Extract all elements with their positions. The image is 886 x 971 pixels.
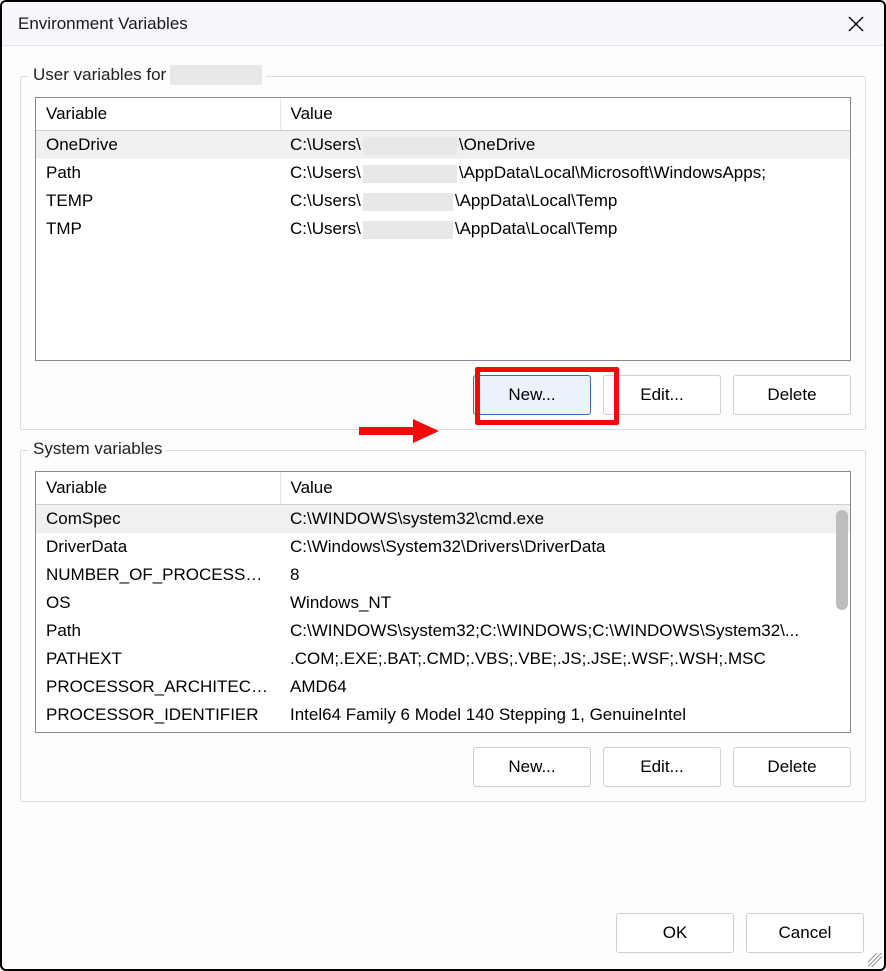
dialog-button-row: OK Cancel	[616, 913, 864, 953]
value-redacted	[363, 137, 457, 155]
table-row[interactable]: DriverDataC:\Windows\System32\Drivers\Dr…	[36, 533, 850, 561]
cell-value: C:\Windows\System32\Drivers\DriverData	[280, 533, 850, 561]
cell-variable: DriverData	[36, 533, 280, 561]
cell-variable: PATHEXT	[36, 645, 280, 673]
value-redacted	[363, 193, 453, 211]
close-button[interactable]	[836, 8, 876, 40]
table-row[interactable]: TEMPC:\Users\\AppData\Local\Temp	[36, 187, 850, 215]
table-row[interactable]: PROCESSOR_IDENTIFIERIntel64 Family 6 Mod…	[36, 701, 850, 729]
table-row[interactable]: OSWindows_NT	[36, 589, 850, 617]
system-variables-label: System variables	[29, 439, 166, 459]
table-row[interactable]: ComSpecC:\WINDOWS\system32\cmd.exe	[36, 505, 850, 534]
cell-value: AMD64	[280, 673, 850, 701]
cell-value: C:\WINDOWS\system32;C:\WINDOWS;C:\WINDOW…	[280, 617, 850, 645]
user-delete-button[interactable]: Delete	[733, 375, 851, 415]
cell-value: C:\WINDOWS\system32\cmd.exe	[280, 505, 850, 534]
cell-variable: TEMP	[36, 187, 280, 215]
cell-value: C:\Users\\AppData\Local\Temp	[280, 215, 850, 243]
table-row[interactable]: TMPC:\Users\\AppData\Local\Temp	[36, 215, 850, 243]
system-button-row: New... Edit... Delete	[35, 747, 851, 787]
system-variables-group: System variables Variable Value ComSpecC…	[20, 450, 866, 802]
cell-variable: PROCESSOR_IDENTIFIER	[36, 701, 280, 729]
col-variable[interactable]: Variable	[36, 98, 280, 131]
user-variables-label: User variables for	[29, 65, 266, 85]
cancel-button[interactable]: Cancel	[746, 913, 864, 953]
system-variables-table[interactable]: Variable Value ComSpecC:\WINDOWS\system3…	[35, 471, 851, 733]
user-variables-group: User variables for Variable Value OneDri…	[20, 76, 866, 430]
table-row[interactable]: PathC:\WINDOWS\system32;C:\WINDOWS;C:\WI…	[36, 617, 850, 645]
cell-variable: Path	[36, 617, 280, 645]
dialog-content: User variables for Variable Value OneDri…	[2, 46, 884, 969]
system-edit-button[interactable]: Edit...	[603, 747, 721, 787]
col-variable[interactable]: Variable	[36, 472, 280, 505]
cell-value: Windows_NT	[280, 589, 850, 617]
scrollbar-thumb[interactable]	[836, 510, 848, 610]
table-row[interactable]: OneDriveC:\Users\\OneDrive	[36, 131, 850, 160]
system-variables-label-text: System variables	[33, 439, 162, 459]
system-new-button[interactable]: New...	[473, 747, 591, 787]
table-row[interactable]: PATHEXT.COM;.EXE;.BAT;.CMD;.VBS;.VBE;.JS…	[36, 645, 850, 673]
close-icon	[848, 16, 864, 32]
environment-variables-dialog: Environment Variables User variables for…	[0, 0, 886, 971]
table-row[interactable]: NUMBER_OF_PROCESSORS8	[36, 561, 850, 589]
cell-variable: OS	[36, 589, 280, 617]
cell-value: C:\Users\\OneDrive	[280, 131, 850, 160]
titlebar: Environment Variables	[2, 2, 884, 46]
user-button-row: New... Edit... Delete	[35, 375, 851, 415]
username-redacted	[170, 65, 262, 85]
table-header-row: Variable Value	[36, 98, 850, 131]
user-edit-button[interactable]: Edit...	[603, 375, 721, 415]
cell-value: 8	[280, 561, 850, 589]
table-row[interactable]: PROCESSOR_ARCHITECTUREAMD64	[36, 673, 850, 701]
cell-value: C:\Users\\AppData\Local\Temp	[280, 187, 850, 215]
cell-value: Intel64 Family 6 Model 140 Stepping 1, G…	[280, 701, 850, 729]
window-title: Environment Variables	[18, 14, 188, 34]
value-redacted	[363, 165, 457, 183]
cell-value: C:\Users\\AppData\Local\Microsoft\Window…	[280, 159, 850, 187]
cell-variable: TMP	[36, 215, 280, 243]
col-value[interactable]: Value	[280, 472, 850, 505]
cell-variable: Path	[36, 159, 280, 187]
table-header-row: Variable Value	[36, 472, 850, 505]
user-variables-label-text: User variables for	[33, 65, 166, 85]
user-variables-table[interactable]: Variable Value OneDriveC:\Users\\OneDriv…	[35, 97, 851, 361]
col-value[interactable]: Value	[280, 98, 850, 131]
resize-grip[interactable]	[868, 953, 882, 967]
ok-button[interactable]: OK	[616, 913, 734, 953]
cell-variable: PROCESSOR_ARCHITECTURE	[36, 673, 280, 701]
cell-variable: OneDrive	[36, 131, 280, 160]
system-delete-button[interactable]: Delete	[733, 747, 851, 787]
user-new-button[interactable]: New...	[473, 375, 591, 415]
cell-value: .COM;.EXE;.BAT;.CMD;.VBS;.VBE;.JS;.JSE;.…	[280, 645, 850, 673]
cell-variable: NUMBER_OF_PROCESSORS	[36, 561, 280, 589]
table-row[interactable]: PathC:\Users\\AppData\Local\Microsoft\Wi…	[36, 159, 850, 187]
cell-variable: ComSpec	[36, 505, 280, 534]
value-redacted	[363, 221, 453, 239]
